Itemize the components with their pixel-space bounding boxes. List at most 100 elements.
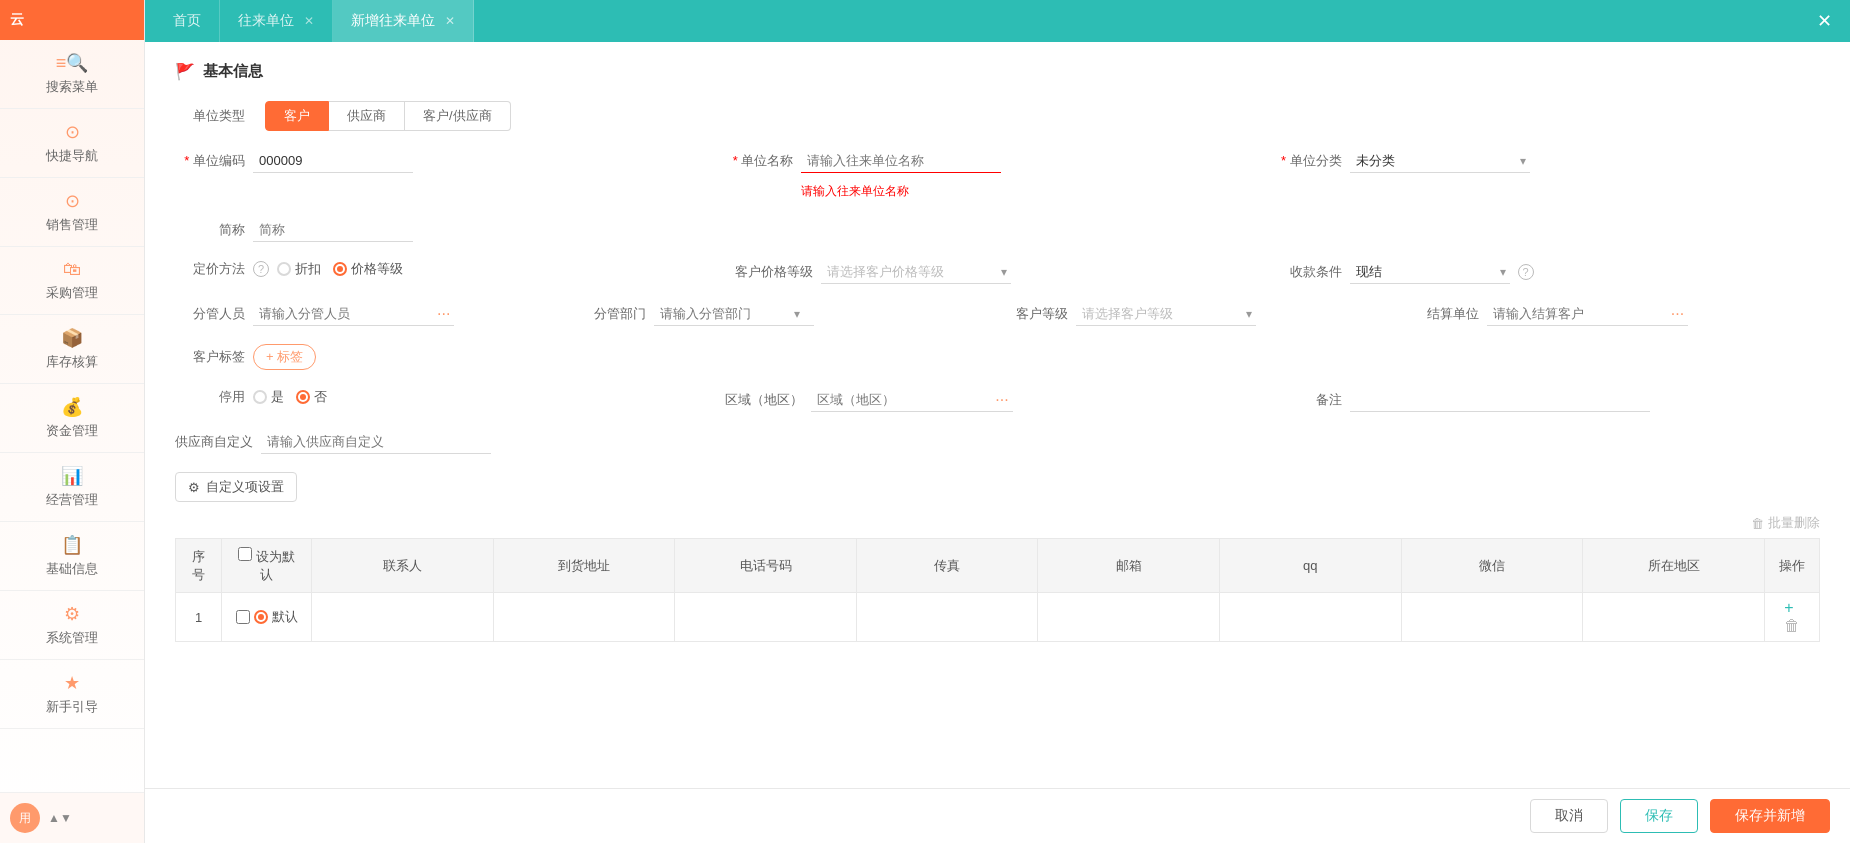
close-all-tabs[interactable]: ✕ xyxy=(1809,10,1840,32)
wechat-input[interactable] xyxy=(1412,610,1573,625)
unit-category-select[interactable]: 未分类 xyxy=(1350,149,1530,173)
sidebar-item-guide[interactable]: ★ 新手引导 xyxy=(0,660,144,729)
row-qq[interactable] xyxy=(1219,593,1401,642)
sidebar-item-purchase[interactable]: 🛍 采购管理 xyxy=(0,247,144,315)
no-radio[interactable] xyxy=(296,390,310,404)
payment-terms-select[interactable]: 现结 xyxy=(1350,260,1510,284)
sidebar-item-sales[interactable]: ⊙ 销售管理 xyxy=(0,178,144,247)
row-contact[interactable] xyxy=(312,593,494,642)
sidebar-item-system[interactable]: ⚙ 系统管理 xyxy=(0,591,144,660)
add-tag-button[interactable]: + 标签 xyxy=(253,344,316,370)
sidebar-item-search[interactable]: ≡🔍 搜索菜单 xyxy=(0,40,144,109)
tag-field: 客户标签 + 标签 xyxy=(175,344,1820,370)
tab-home[interactable]: 首页 xyxy=(155,0,220,42)
save-button[interactable]: 保存 xyxy=(1620,799,1698,833)
pricing-level[interactable]: 价格等级 xyxy=(333,260,403,278)
unit-category-select-wrapper: 未分类 ▾ xyxy=(1350,149,1530,173)
pricing-method-field: 定价方法 ? 折扣 价格等级 xyxy=(175,260,723,278)
payment-terms-field: 收款条件 现结 ▾ ? xyxy=(1272,260,1820,284)
unit-code-input[interactable] xyxy=(253,149,413,173)
disabled-no[interactable]: 否 xyxy=(296,388,327,406)
manager-field: 分管人员 ··· xyxy=(175,302,586,326)
address-input[interactable] xyxy=(504,610,665,625)
main-area: 首页 往来单位 ✕ 新增往来单位 ✕ ✕ 🚩 基本信息 单位类型 客户 供应商 … xyxy=(145,0,1850,843)
pricing-help-icon[interactable]: ? xyxy=(253,261,269,277)
custom-settings-button[interactable]: ⚙ 自定义项设置 xyxy=(175,472,297,502)
select-all-checkbox[interactable] xyxy=(238,547,252,561)
location-input[interactable] xyxy=(1593,610,1754,625)
row-address[interactable] xyxy=(493,593,675,642)
settlement-unit-field: 结算单位 ··· xyxy=(1409,302,1820,326)
search-icon: ≡🔍 xyxy=(56,52,89,74)
level-radio[interactable] xyxy=(333,262,347,276)
unit-type-both[interactable]: 客户/供应商 xyxy=(405,101,511,131)
disabled-field: 停用 是 否 xyxy=(175,388,723,406)
sidebar-item-quicknav[interactable]: ⊙ 快捷导航 xyxy=(0,109,144,178)
row-default-radio[interactable]: 默认 xyxy=(254,608,298,626)
pricing-discount[interactable]: 折扣 xyxy=(277,260,321,278)
unit-type-supplier[interactable]: 供应商 xyxy=(329,101,405,131)
customer-price-select[interactable]: 请选择客户价格等级 xyxy=(821,260,1011,284)
cancel-button[interactable]: 取消 xyxy=(1530,799,1608,833)
manager-more-btn[interactable]: ··· xyxy=(433,305,454,323)
customer-level-select[interactable]: 请选择客户等级 xyxy=(1076,302,1256,326)
sidebar-item-inventory[interactable]: 📦 库存核算 xyxy=(0,315,144,384)
add-row-btn[interactable]: + xyxy=(1784,599,1793,616)
sidebar-bottom-icon: ▲▼ xyxy=(48,811,72,825)
abbr-input[interactable] xyxy=(253,218,413,242)
customer-price-select-wrapper: 请选择客户价格等级 ▾ xyxy=(821,260,1011,284)
close-partners-tab[interactable]: ✕ xyxy=(304,14,314,28)
sidebar: 云 ≡🔍 搜索菜单 ⊙ 快捷导航 ⊙ 销售管理 🛍 采购管理 📦 库存核算 💰 … xyxy=(0,0,145,843)
manager-input[interactable] xyxy=(253,302,433,325)
manager-label: 分管人员 xyxy=(175,305,245,323)
sidebar-item-operations[interactable]: 📊 经营管理 xyxy=(0,453,144,522)
row-location[interactable] xyxy=(1583,593,1765,642)
sidebar-item-finance[interactable]: 💰 资金管理 xyxy=(0,384,144,453)
region-input[interactable] xyxy=(811,388,991,411)
email-input[interactable] xyxy=(1048,610,1209,625)
fax-input[interactable] xyxy=(867,610,1028,625)
contact-input[interactable] xyxy=(322,610,483,625)
region-more-btn[interactable]: ··· xyxy=(991,391,1012,409)
row-phone[interactable] xyxy=(675,593,857,642)
unit-type-customer[interactable]: 客户 xyxy=(265,101,329,131)
payment-help-icon[interactable]: ? xyxy=(1518,264,1534,280)
row-fax[interactable] xyxy=(856,593,1038,642)
unit-code-label: 单位编码 xyxy=(175,152,245,170)
close-new-partner-tab[interactable]: ✕ xyxy=(445,14,455,28)
yes-radio[interactable] xyxy=(253,390,267,404)
settlement-more-btn[interactable]: ··· xyxy=(1667,305,1688,323)
settlement-unit-input[interactable] xyxy=(1487,302,1667,325)
row-checkbox[interactable] xyxy=(236,610,250,624)
save-new-button[interactable]: 保存并新增 xyxy=(1710,799,1830,833)
supplier-custom-row: 供应商自定义 xyxy=(175,430,1820,454)
inventory-icon: 📦 xyxy=(61,327,83,349)
row-actions: + 🗑 xyxy=(1764,593,1819,642)
disabled-yes[interactable]: 是 xyxy=(253,388,284,406)
remark-input[interactable] xyxy=(1350,388,1650,412)
supplier-custom-input[interactable] xyxy=(261,430,491,454)
delete-row-btn[interactable]: 🗑 xyxy=(1784,617,1800,634)
sidebar-item-basic[interactable]: 📋 基础信息 xyxy=(0,522,144,591)
qq-input[interactable] xyxy=(1230,610,1391,625)
discount-radio[interactable] xyxy=(277,262,291,276)
disabled-radio-group: 是 否 xyxy=(253,388,327,406)
unit-name-input[interactable] xyxy=(801,149,1001,173)
row-email[interactable] xyxy=(1038,593,1220,642)
default-radio-circle[interactable] xyxy=(254,610,268,624)
col-seq: 序号 xyxy=(176,539,222,593)
batch-delete-area[interactable]: 🗑 批量删除 xyxy=(175,514,1820,532)
avatar: 用 xyxy=(10,803,40,833)
department-input[interactable] xyxy=(654,302,814,326)
customer-level-field: 客户等级 请选择客户等级 ▾ xyxy=(998,302,1409,326)
phone-input[interactable] xyxy=(685,610,846,625)
tab-new-partner[interactable]: 新增往来单位 ✕ xyxy=(333,0,474,42)
supplier-custom-label: 供应商自定义 xyxy=(175,433,253,451)
row-default: 默认 xyxy=(222,593,312,642)
row-wechat[interactable] xyxy=(1401,593,1583,642)
payment-terms-label: 收款条件 xyxy=(1272,263,1342,281)
settlement-unit-input-wrapper: ··· xyxy=(1487,302,1688,326)
col-location: 所在地区 xyxy=(1583,539,1765,593)
tab-partners[interactable]: 往来单位 ✕ xyxy=(220,0,333,42)
col-contact: 联系人 xyxy=(312,539,494,593)
